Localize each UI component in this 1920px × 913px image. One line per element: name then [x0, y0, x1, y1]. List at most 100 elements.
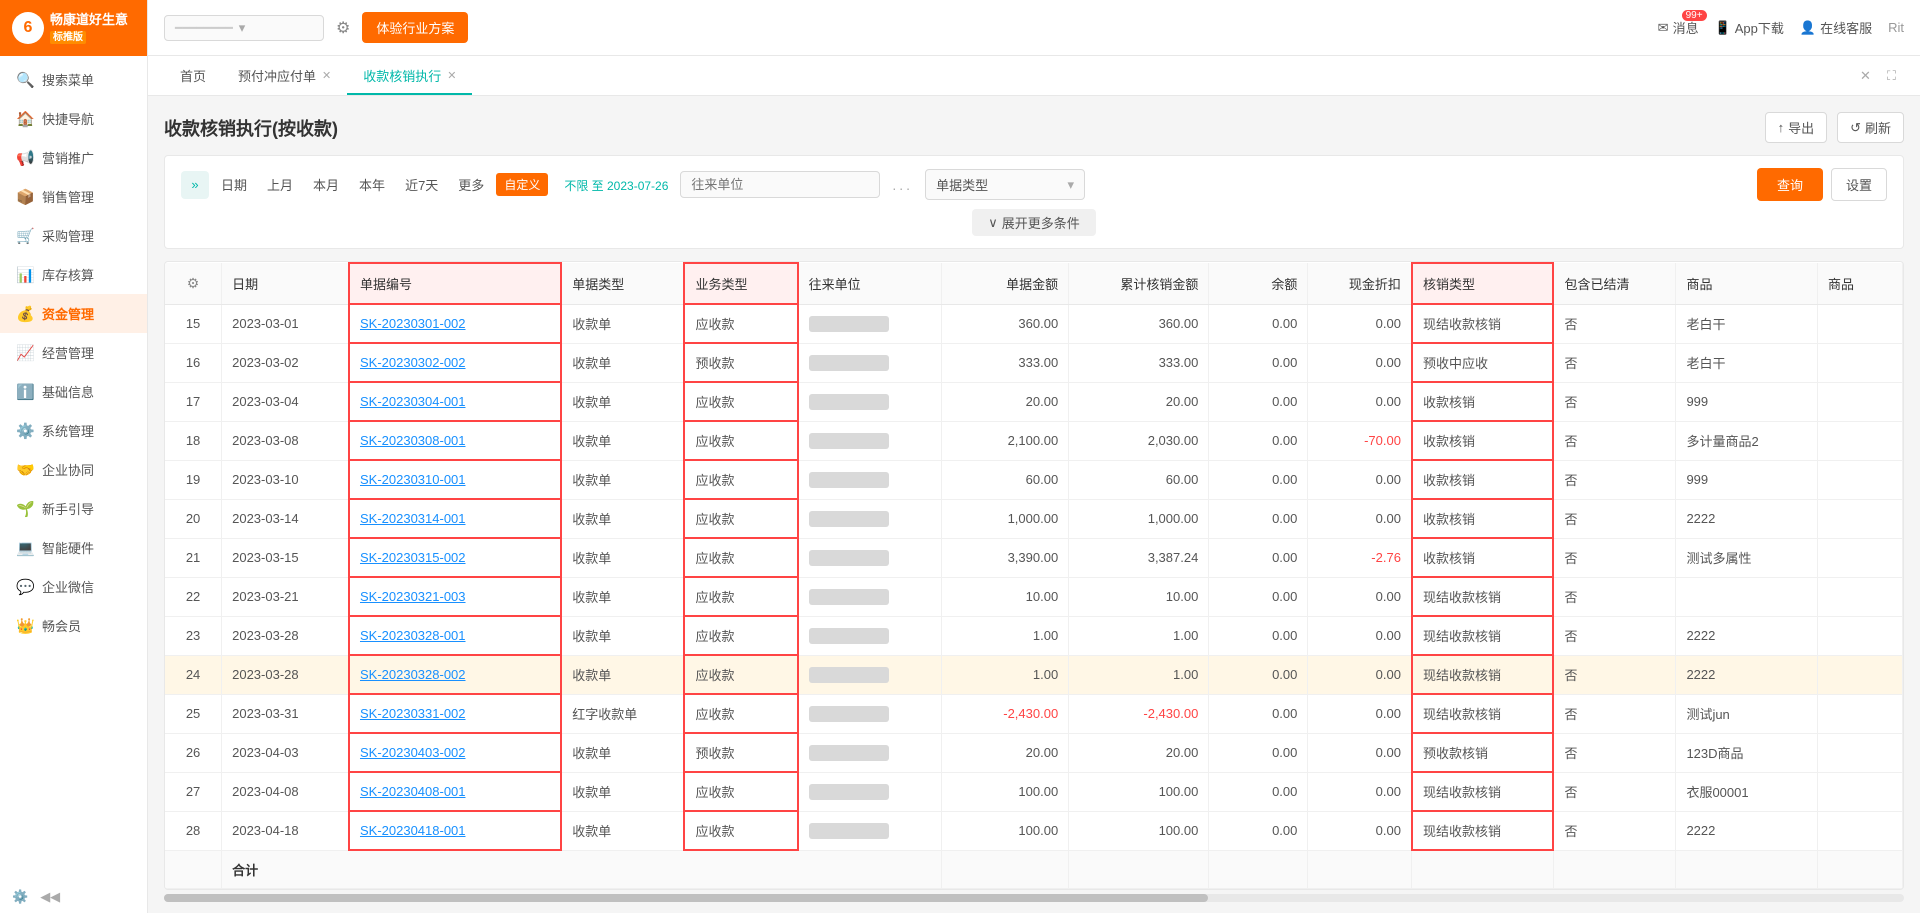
close-window-icon[interactable]: ✕ — [1852, 68, 1879, 84]
sidebar-item-purchase[interactable]: 🛒 采购管理 — [0, 216, 147, 255]
th-goods[interactable]: 商品 — [1676, 263, 1818, 304]
cell-goods2 — [1817, 694, 1902, 733]
doc-link[interactable]: SK-20230308-001 — [360, 433, 466, 448]
cell-doc-no[interactable]: SK-20230328-001 — [349, 616, 561, 655]
maximize-icon[interactable]: ⛶ — [1879, 68, 1904, 84]
cell-writeoff-type: 收款核销 — [1412, 382, 1554, 421]
filter-this-month-btn[interactable]: 本月 — [305, 172, 347, 197]
company-selector[interactable]: ━━━━━━━━ ▾ — [164, 15, 324, 41]
cell-writeoff: 100.00 — [1069, 772, 1209, 811]
doc-link[interactable]: SK-20230328-002 — [360, 667, 466, 682]
doc-link[interactable]: SK-20230331-002 — [360, 706, 466, 721]
filter-doc-type-select[interactable]: 单据类型 ▾ — [925, 169, 1085, 200]
sidebar-item-marketing[interactable]: 📢 营销推广 — [0, 138, 147, 177]
th-balance[interactable]: 余额 — [1209, 263, 1308, 304]
filter-7days-btn[interactable]: 近7天 — [397, 172, 446, 197]
doc-link[interactable]: SK-20230321-003 — [360, 589, 466, 604]
expand-more-btn[interactable]: ∨ 展开更多条件 — [972, 209, 1096, 236]
industry-btn[interactable]: 体验行业方案 — [362, 12, 468, 43]
cell-no: 20 — [165, 499, 222, 538]
cell-doc-no[interactable]: SK-20230304-001 — [349, 382, 561, 421]
cell-doc-no[interactable]: SK-20230328-002 — [349, 655, 561, 694]
tab-home[interactable]: 首页 — [164, 58, 222, 95]
cell-doc-no[interactable]: SK-20230302-002 — [349, 343, 561, 382]
messages-btn[interactable]: ✉ 消息 99+ — [1658, 18, 1699, 37]
sidebar-item-sales[interactable]: 📦 销售管理 — [0, 177, 147, 216]
filter-row: » 日期 上月 本月 本年 近7天 更多 自定义 不限 至 2023-07-26… — [181, 168, 1887, 201]
cell-discount: -70.00 — [1308, 421, 1412, 460]
doc-link[interactable]: SK-20230315-002 — [360, 550, 466, 565]
cell-doc-no[interactable]: SK-20230331-002 — [349, 694, 561, 733]
cell-doc-no[interactable]: SK-20230321-003 — [349, 577, 561, 616]
doc-link[interactable]: SK-20230408-001 — [360, 784, 466, 799]
sidebar-item-nav[interactable]: 🏠 快捷导航 — [0, 99, 147, 138]
sidebar-item-guide[interactable]: 🌱 新手引导 — [0, 489, 147, 528]
online-service-btn[interactable]: 👤 在线客服 — [1800, 18, 1872, 37]
sidebar-item-system[interactable]: ⚙️ 系统管理 — [0, 411, 147, 450]
doc-link[interactable]: SK-20230310-001 — [360, 472, 466, 487]
th-settled[interactable]: 包含已结清 — [1553, 263, 1675, 304]
sidebar-item-enterprise[interactable]: 🤝 企业协同 — [0, 450, 147, 489]
refresh-btn[interactable]: ↺ 刷新 — [1837, 112, 1904, 143]
cell-date: 2023-03-28 — [222, 616, 349, 655]
tab-prepay[interactable]: 预付冲应付单 ✕ — [222, 58, 347, 95]
th-doc-no[interactable]: 单据编号 — [349, 263, 561, 304]
sidebar-item-search[interactable]: 🔍 搜索菜单 — [0, 60, 147, 99]
filter-more-btn[interactable]: 更多 — [450, 172, 492, 197]
horizontal-scrollbar[interactable] — [164, 894, 1904, 902]
tab-writeoff[interactable]: 收款核销执行 ✕ — [347, 58, 472, 95]
doc-link[interactable]: SK-20230302-002 — [360, 355, 466, 370]
th-discount[interactable]: 现金折扣 — [1308, 263, 1412, 304]
th-biz-type[interactable]: 业务类型 — [684, 263, 797, 304]
cell-doc-no[interactable]: SK-20230315-002 — [349, 538, 561, 577]
cell-amount: 2,100.00 — [941, 421, 1068, 460]
settings-gear-icon[interactable]: ⚙ — [336, 18, 350, 38]
sidebar-item-member[interactable]: 👑 畅会员 — [0, 606, 147, 645]
sidebar-item-hardware[interactable]: 💻 智能硬件 — [0, 528, 147, 567]
filter-expand-btn[interactable]: » — [181, 171, 209, 199]
doc-link[interactable]: SK-20230328-001 — [360, 628, 466, 643]
cell-doc-no[interactable]: SK-20230310-001 — [349, 460, 561, 499]
collapse-icon[interactable]: ◀◀ — [40, 889, 60, 905]
th-writeoff-type[interactable]: 核销类型 — [1412, 263, 1554, 304]
tab-writeoff-close[interactable]: ✕ — [447, 69, 456, 82]
th-writeoff[interactable]: 累计核销金额 — [1069, 263, 1209, 304]
sidebar-item-basic[interactable]: ℹ️ 基础信息 — [0, 372, 147, 411]
tab-prepay-close[interactable]: ✕ — [322, 69, 331, 82]
cell-doc-no[interactable]: SK-20230308-001 — [349, 421, 561, 460]
app-download-btn[interactable]: 📱 App下载 — [1715, 18, 1784, 37]
cell-writeoff: 1,000.00 — [1069, 499, 1209, 538]
sidebar-item-finance[interactable]: 💰 资金管理 — [0, 294, 147, 333]
cell-writeoff-type: 收款核销 — [1412, 421, 1554, 460]
filter-partner-input[interactable] — [680, 171, 880, 198]
th-partner[interactable]: 往来单位 — [798, 263, 942, 304]
filter-last-month-btn[interactable]: 上月 — [259, 172, 301, 197]
cell-doc-no[interactable]: SK-20230314-001 — [349, 499, 561, 538]
cell-doc-no[interactable]: SK-20230408-001 — [349, 772, 561, 811]
export-btn[interactable]: ↑ 导出 — [1765, 112, 1828, 143]
cell-doc-no[interactable]: SK-20230418-001 — [349, 811, 561, 850]
cell-doc-no[interactable]: SK-20230403-002 — [349, 733, 561, 772]
filter-custom-btn[interactable]: 自定义 — [496, 173, 548, 196]
member-icon: 👑 — [16, 617, 34, 635]
th-goods2[interactable]: 商品 — [1817, 263, 1902, 304]
sales-icon: 📦 — [16, 188, 34, 206]
cell-date: 2023-04-03 — [222, 733, 349, 772]
cell-doc-no[interactable]: SK-20230301-002 — [349, 304, 561, 343]
th-doc-type[interactable]: 单据类型 — [561, 263, 684, 304]
doc-link[interactable]: SK-20230304-001 — [360, 394, 466, 409]
doc-link[interactable]: SK-20230418-001 — [360, 823, 466, 838]
settings-icon[interactable]: ⚙️ — [12, 889, 28, 905]
sidebar-item-wechat[interactable]: 💬 企业微信 — [0, 567, 147, 606]
doc-link[interactable]: SK-20230403-002 — [360, 745, 466, 760]
sidebar-item-inventory[interactable]: 📊 库存核算 — [0, 255, 147, 294]
doc-link[interactable]: SK-20230301-002 — [360, 316, 466, 331]
doc-link[interactable]: SK-20230314-001 — [360, 511, 466, 526]
filter-settings-btn[interactable]: 设置 — [1831, 168, 1887, 201]
sidebar-item-operation[interactable]: 📈 经营管理 — [0, 333, 147, 372]
th-amount[interactable]: 单据金额 — [941, 263, 1068, 304]
th-date[interactable]: 日期 — [222, 263, 349, 304]
query-btn[interactable]: 查询 — [1757, 168, 1823, 201]
table-footer-row: 合计 — [165, 850, 1903, 889]
filter-this-year-btn[interactable]: 本年 — [351, 172, 393, 197]
